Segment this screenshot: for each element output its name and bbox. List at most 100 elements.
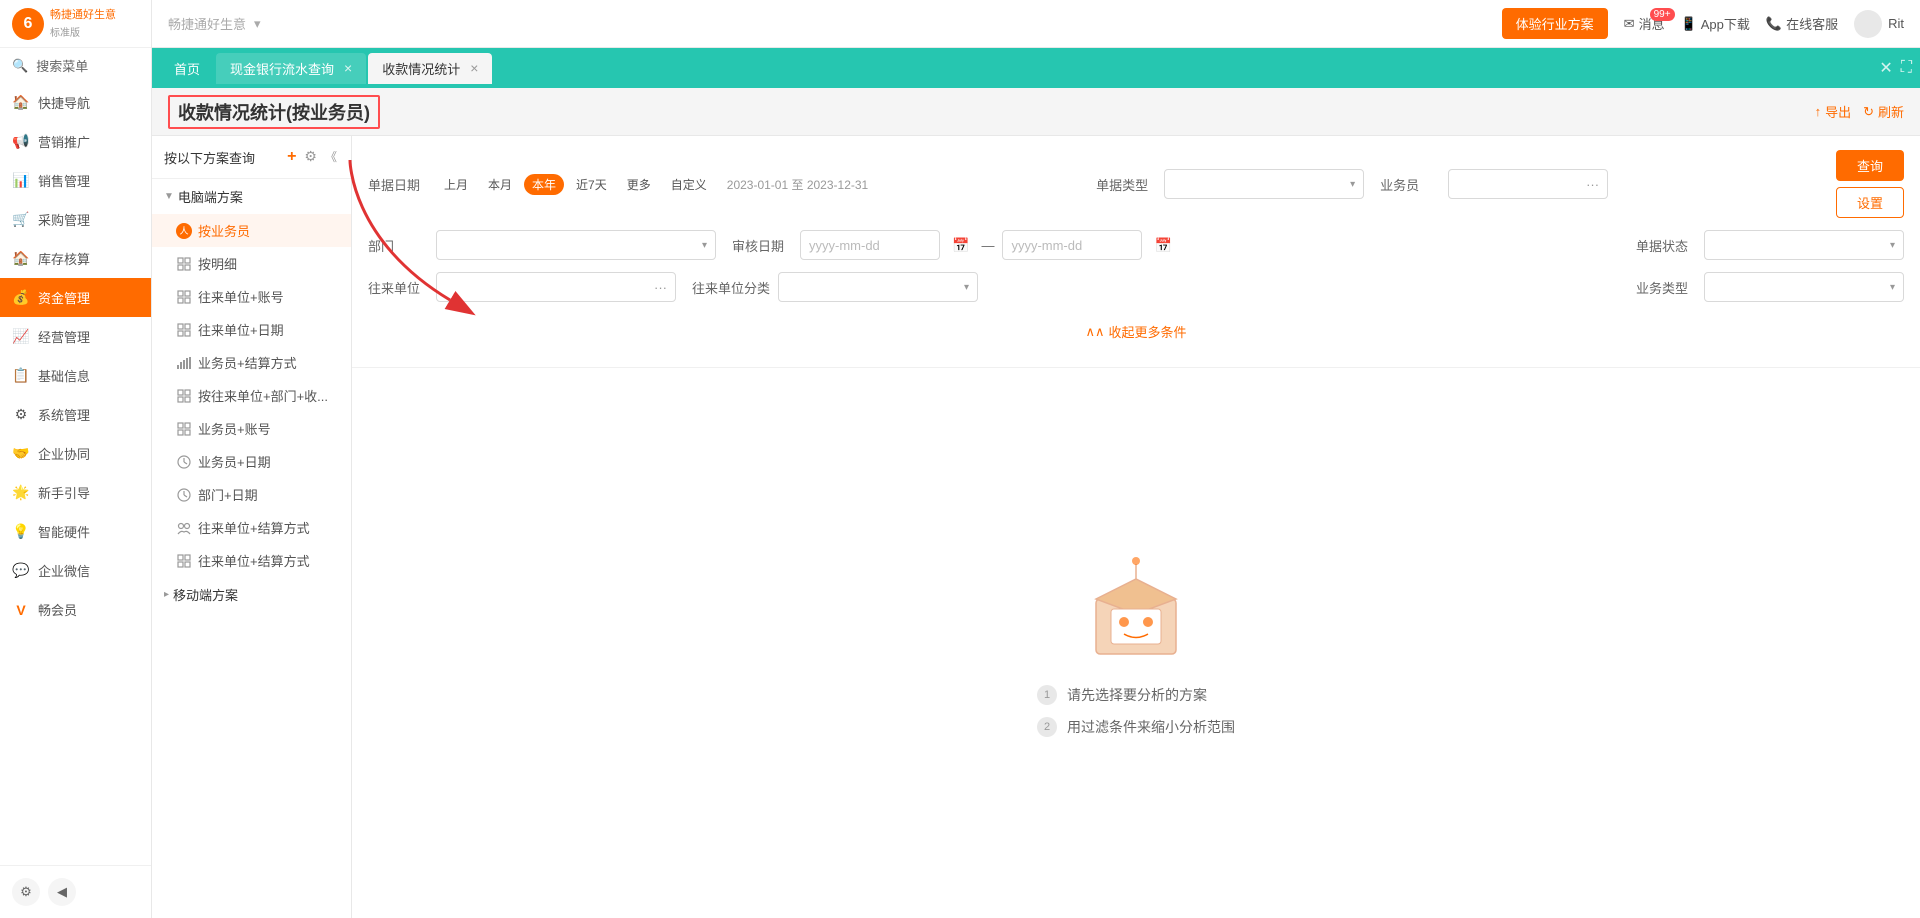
scheme-item-partner-settlement1-label: 往来单位+结算方式: [198, 518, 310, 537]
date-tabs: 上月 本月 本年 近7天 更多 自定义: [436, 174, 715, 195]
salesperson-icon: 人: [176, 223, 192, 239]
query-btn[interactable]: 查询: [1836, 150, 1904, 181]
scheme-item-partner-date-label: 往来单位+日期: [198, 320, 284, 339]
message-btn[interactable]: ✉ 消息 99+: [1624, 14, 1665, 33]
dept-date-icon: [176, 487, 192, 503]
date-label: 单据日期: [368, 175, 428, 194]
tab-receipt[interactable]: 收款情况统计 ×: [368, 53, 492, 84]
tab-bank-close-icon[interactable]: ×: [344, 60, 352, 76]
collapse-more-btn[interactable]: ∧∧ 收起更多条件: [368, 314, 1904, 349]
sidebar-item-sales[interactable]: 📊 销售管理: [0, 161, 151, 200]
date-tab-more[interactable]: 更多: [619, 174, 659, 195]
doc-type-chevron: ▾: [1350, 179, 1355, 190]
tab-receipt-close-icon[interactable]: ×: [470, 60, 478, 76]
setting-btn[interactable]: 设置: [1836, 187, 1904, 218]
scheme-settings-btn[interactable]: ⚙: [302, 146, 319, 168]
calendar-start-icon[interactable]: 📅: [948, 237, 973, 254]
date-range-text: 2023-01-01 至 2023-12-31: [727, 176, 868, 193]
sidebar-item-sales-label: 销售管理: [38, 171, 90, 190]
calendar-end-icon[interactable]: 📅: [1150, 237, 1175, 254]
sidebar-item-system[interactable]: ⚙ 系统管理: [0, 395, 151, 434]
refresh-btn[interactable]: ↻ 刷新: [1863, 102, 1904, 121]
scheme-item-partner-account[interactable]: 往来单位+账号: [152, 280, 351, 313]
partner-account-icon: [176, 289, 192, 305]
dept-select[interactable]: ▾: [436, 230, 716, 260]
scheme-item-dept-date[interactable]: 部门+日期: [152, 478, 351, 511]
tab-close-all-icon[interactable]: ✕: [1879, 58, 1892, 78]
sidebar-collapse-btn[interactable]: ◀: [48, 878, 76, 906]
topbar-breadcrumb: 畅捷通好生意 ▾: [168, 14, 1490, 33]
edition-badge: 标准版: [50, 24, 116, 39]
scheme-item-salesperson-account[interactable]: 业务员+账号: [152, 412, 351, 445]
date-tab-prev-month[interactable]: 上月: [436, 174, 476, 195]
filter-area: 单据日期 上月 本月 本年 近7天 更多 自定义 2023-01-01 至: [352, 136, 1920, 368]
partner-dots-icon[interactable]: ···: [654, 280, 667, 295]
doc-status-select[interactable]: ▾: [1704, 230, 1904, 260]
sidebar-item-inventory[interactable]: 🏠 库存核算: [0, 239, 151, 278]
partner-category-label: 往来单位分类: [692, 278, 770, 297]
business-type-select[interactable]: ▾: [1704, 272, 1904, 302]
export-icon: ↑: [1815, 104, 1822, 119]
date-tab-this-year[interactable]: 本年: [524, 174, 564, 195]
sidebar-item-member-label: 畅会员: [38, 600, 77, 619]
search-menu[interactable]: 🔍 搜索菜单: [0, 48, 151, 83]
sidebar-settings-btn[interactable]: ⚙: [12, 878, 40, 906]
scheme-item-dept-date-label: 部门+日期: [198, 485, 258, 504]
scheme-group-mobile-title[interactable]: ▸ 移动端方案: [152, 577, 351, 612]
date-tab-last7[interactable]: 近7天: [568, 174, 615, 195]
tab-expand-icon[interactable]: ⛶: [1901, 59, 1912, 77]
review-date-start[interactable]: yyyy-mm-dd: [800, 230, 940, 260]
avatar: [1854, 10, 1882, 38]
doc-status-label: 单据状态: [1636, 236, 1696, 255]
user-area[interactable]: Rit: [1854, 10, 1904, 38]
sidebar-item-enterprise[interactable]: 🤝 企业协同: [0, 434, 151, 473]
scheme-item-partner-date[interactable]: 往来单位+日期: [152, 313, 351, 346]
filter-partner-category-item: 往来单位分类 ▾: [692, 272, 978, 302]
sidebar-item-quicknav[interactable]: 🏠 快捷导航: [0, 83, 151, 122]
message-icon: ✉: [1624, 16, 1635, 32]
scheme-item-salesperson-settlement[interactable]: 业务员+结算方式: [152, 346, 351, 379]
sidebar-item-guide[interactable]: 🌟 新手引导: [0, 473, 151, 512]
partner-category-chevron: ▾: [964, 282, 969, 293]
sidebar-item-member[interactable]: V 畅会员: [0, 590, 151, 629]
review-date-end[interactable]: yyyy-mm-dd: [1002, 230, 1142, 260]
scheme-item-partner-dept-receipt[interactable]: 按往来单位+部门+收...: [152, 379, 351, 412]
scheme-item-partner-settlement2[interactable]: 往来单位+结算方式: [152, 544, 351, 577]
sidebar-item-wechat[interactable]: 💬 企业微信: [0, 551, 151, 590]
doc-type-select[interactable]: ▾: [1164, 169, 1364, 199]
collapse-icon: ∧∧: [1085, 324, 1104, 340]
app-download-btn[interactable]: 📱 App下载: [1681, 14, 1750, 33]
scheme-item-salesperson-date[interactable]: 业务员+日期: [152, 445, 351, 478]
trial-btn[interactable]: 体验行业方案: [1502, 8, 1608, 39]
tab-home[interactable]: 首页: [160, 53, 214, 84]
collapse-label: 收起更多条件: [1109, 322, 1187, 341]
salesperson-more-icon[interactable]: ···: [1586, 177, 1599, 192]
filter-salesperson-item: 业务员 ···: [1380, 169, 1608, 199]
sidebar-item-basic[interactable]: 📋 基础信息: [0, 356, 151, 395]
tab-bank[interactable]: 现金银行流水查询 ×: [216, 53, 366, 84]
sidebar: 6 畅捷通好生意 标准版 🔍 搜索菜单 🏠 快捷导航 📢 营销推广 📊 销售管理…: [0, 0, 152, 918]
sidebar-item-operation[interactable]: 📈 经营管理: [0, 317, 151, 356]
scheme-collapse-btn[interactable]: 《: [323, 146, 339, 168]
scheme-item-by-detail[interactable]: 按明细: [152, 247, 351, 280]
salesperson-select[interactable]: ···: [1448, 169, 1608, 199]
scheme-item-by-salesperson[interactable]: 人 按业务员: [152, 214, 351, 247]
sidebar-item-purchase[interactable]: 🛒 采购管理: [0, 200, 151, 239]
partner-select[interactable]: ···: [436, 272, 676, 302]
partner-category-select[interactable]: ▾: [778, 272, 978, 302]
review-date-label: 审核日期: [732, 236, 792, 255]
export-btn[interactable]: ↑ 导出: [1815, 102, 1852, 121]
online-service-btn[interactable]: 📞 在线客服: [1766, 14, 1838, 33]
sidebar-item-marketing[interactable]: 📢 营销推广: [0, 122, 151, 161]
mobile-group-label: 移动端方案: [173, 585, 238, 604]
refresh-label: 刷新: [1878, 102, 1904, 121]
sidebar-item-finance[interactable]: 💰 资金管理: [0, 278, 151, 317]
scheme-group-desktop-title[interactable]: ▼ 电脑端方案: [152, 179, 351, 214]
scheme-item-partner-settlement1[interactable]: 往来单位+结算方式: [152, 511, 351, 544]
scheme-add-btn[interactable]: +: [285, 146, 298, 168]
date-tab-custom[interactable]: 自定义: [663, 174, 715, 195]
filter-dept-item: 部门 ▾: [368, 230, 716, 260]
tabbar-right: ✕ ⛶: [1879, 58, 1912, 78]
sidebar-item-hardware[interactable]: 💡 智能硬件: [0, 512, 151, 551]
date-tab-this-month[interactable]: 本月: [480, 174, 520, 195]
